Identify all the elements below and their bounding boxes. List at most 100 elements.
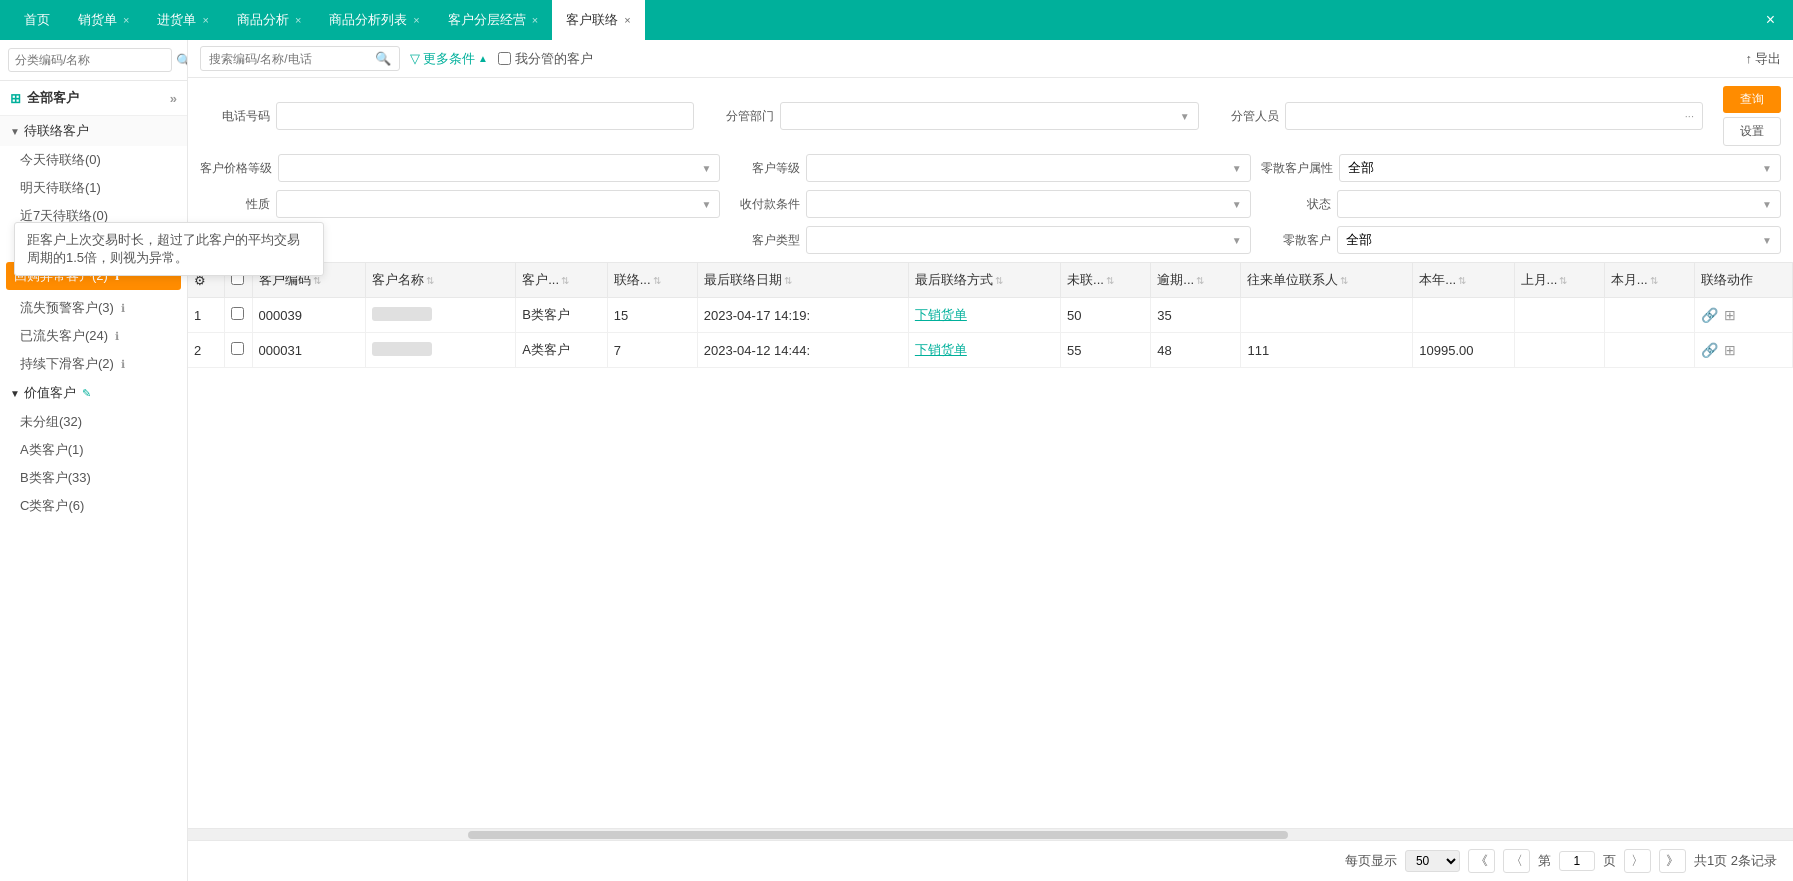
row1-select-checkbox[interactable]: [231, 307, 244, 320]
row1-checkbox[interactable]: [224, 298, 252, 333]
row1-customer-type: B类客户: [516, 298, 607, 333]
sidebar-item-a-class[interactable]: A类客户(1): [0, 436, 187, 464]
row1-grid-action-icon[interactable]: ⊞: [1724, 307, 1736, 323]
nav-item-sales[interactable]: 销货单 ×: [64, 0, 143, 40]
my-customers-checkbox[interactable]: [498, 52, 511, 65]
my-customers-checkbox-label[interactable]: 我分管的客户: [498, 50, 593, 68]
row1-name-blurred: [372, 307, 432, 321]
row2-unlisted: 55: [1061, 333, 1151, 368]
sidebar-item-declining[interactable]: 持续下滑客户(2) ℹ: [0, 350, 187, 378]
nav-item-customer-contact[interactable]: 客户联络 ×: [552, 0, 644, 40]
row1-link-action-icon[interactable]: 🔗: [1701, 307, 1718, 323]
row2-select-checkbox[interactable]: [231, 342, 244, 355]
horizontal-scrollbar[interactable]: [188, 828, 1793, 840]
export-btn[interactable]: ↑ 导出: [1746, 50, 1782, 68]
per-page-label: 每页显示: [1345, 852, 1397, 870]
payment-select[interactable]: ▼: [806, 190, 1250, 218]
page-number-input[interactable]: [1559, 851, 1595, 871]
row2-name-blurred: [372, 342, 432, 356]
th-name: 客户名称 ⇅: [365, 263, 516, 298]
nav-item-home[interactable]: 首页: [10, 0, 64, 40]
main-search-box[interactable]: 🔍: [200, 46, 400, 71]
nav-item-purchase[interactable]: 进货单 ×: [143, 0, 222, 40]
status-select[interactable]: ▼: [1337, 190, 1781, 218]
row2-grid-action-icon[interactable]: ⊞: [1724, 342, 1736, 358]
manager-select[interactable]: ···: [1285, 102, 1703, 130]
nav-item-customer-tier[interactable]: 客户分层经营 ×: [434, 0, 552, 40]
row2-overdue: 48: [1151, 333, 1241, 368]
sidebar-search-input[interactable]: [8, 48, 172, 72]
th-contact-count: 联络... ⇅: [607, 263, 697, 298]
customer-level-label: 客户等级: [730, 160, 800, 177]
row2-checkbox[interactable]: [224, 333, 252, 368]
retail-customer-arrow-icon: ▼: [1762, 235, 1772, 246]
last-page-btn[interactable]: 》: [1659, 849, 1686, 873]
scrollbar-thumb[interactable]: [468, 831, 1288, 839]
filter-customer-type-field: 客户类型 ▼: [730, 226, 1250, 254]
retail-attr-arrow-icon: ▼: [1762, 163, 1772, 174]
sort-icon-lastmonth: ⇅: [1559, 275, 1567, 286]
price-level-arrow-icon: ▼: [701, 163, 711, 174]
pending-arrow-icon: ▼: [10, 126, 20, 137]
nav-close-customer-tier[interactable]: ×: [532, 14, 538, 26]
info-icon-declining: ℹ: [121, 358, 125, 370]
sidebar-search-icon[interactable]: 🔍: [176, 53, 188, 68]
nav-item-product-analysis[interactable]: 商品分析 ×: [223, 0, 315, 40]
value-edit-icon[interactable]: ✎: [82, 387, 91, 400]
row2-link-action-icon[interactable]: 🔗: [1701, 342, 1718, 358]
next-page-btn[interactable]: 〉: [1624, 849, 1651, 873]
nav-close-purchase[interactable]: ×: [202, 14, 208, 26]
main-search-input[interactable]: [209, 52, 375, 66]
retail-customer-select[interactable]: 全部 ▼: [1337, 226, 1781, 254]
sidebar-item-churned[interactable]: 已流失客户(24) ℹ: [0, 322, 187, 350]
dept-select[interactable]: ▼: [780, 102, 1198, 130]
sidebar-item-tomorrow[interactable]: 明天待联络(1): [0, 174, 187, 202]
row2-customer-type: A类客户: [516, 333, 607, 368]
query-button[interactable]: 查询: [1723, 86, 1781, 113]
sidebar-all-customers-header[interactable]: ⊞ 全部客户 »: [0, 81, 187, 116]
filter-gender-field: 性质 ▼: [200, 190, 720, 218]
top-navigation: 首页 销货单 × 进货单 × 商品分析 × 商品分析列表 × 客户分层经营 × …: [0, 0, 1793, 40]
phone-label: 电话号码: [200, 108, 270, 125]
prev-page-btn[interactable]: 〈: [1503, 849, 1530, 873]
first-page-btn[interactable]: 《: [1468, 849, 1495, 873]
row1-method-link[interactable]: 下销货单: [915, 307, 967, 322]
retail-attr-select[interactable]: 全部 ▼: [1339, 154, 1781, 182]
th-last-contact-date: 最后联络日期 ⇅: [697, 263, 908, 298]
sidebar-item-ungrouped[interactable]: 未分组(32): [0, 408, 187, 436]
per-page-select[interactable]: 50 100 200: [1405, 850, 1460, 872]
info-icon-churned: ℹ: [115, 330, 119, 342]
table-header-row: ⚙ 客户编码 ⇅ 客户名称: [188, 263, 1793, 298]
sort-icon-code: ⇅: [313, 275, 321, 286]
sort-icon-contacts: ⇅: [1340, 275, 1348, 286]
th-year-amount: 本年... ⇅: [1413, 263, 1514, 298]
window-close-button[interactable]: ×: [1758, 11, 1783, 29]
row2-method-link[interactable]: 下销货单: [915, 342, 967, 357]
sidebar-item-churn-warning[interactable]: 流失预警客户(3) ℹ: [0, 294, 187, 322]
filter-dept-field: 分管部门 ▼: [704, 102, 1198, 130]
nav-close-product-analysis-list[interactable]: ×: [413, 14, 419, 26]
price-level-select[interactable]: ▼: [278, 154, 720, 182]
sidebar-item-c-class[interactable]: C类客户(6): [0, 492, 187, 520]
customer-level-select[interactable]: ▼: [806, 154, 1250, 182]
sidebar-item-b-class[interactable]: B类客户(33): [0, 464, 187, 492]
sidebar-collapse-btn[interactable]: »: [170, 91, 177, 106]
nav-close-sales[interactable]: ×: [123, 14, 129, 26]
info-icon-churn: ℹ: [121, 302, 125, 314]
value-customer-group-title[interactable]: ▼ 价值客户 ✎: [0, 378, 187, 408]
sidebar-search-area: 🔍: [0, 40, 187, 81]
nav-close-product-analysis[interactable]: ×: [295, 14, 301, 26]
nav-item-product-analysis-list[interactable]: 商品分析列表 ×: [315, 0, 433, 40]
customer-type-select[interactable]: ▼: [806, 226, 1250, 254]
sort-icon-type: ⇅: [561, 275, 569, 286]
more-conditions-btn[interactable]: ▽ 更多条件 ▲: [410, 50, 488, 68]
settings-button[interactable]: 设置: [1723, 117, 1781, 146]
phone-input[interactable]: [276, 102, 694, 130]
row2-index: 2: [188, 333, 224, 368]
filter-row-1: 电话号码 分管部门 ▼ 分管人员 ···: [200, 86, 1781, 146]
row2-actions: 🔗 ⊞: [1694, 333, 1792, 368]
nav-close-customer-contact[interactable]: ×: [624, 14, 630, 26]
pending-contact-group-title[interactable]: ▼ 待联络客户: [0, 116, 187, 146]
gender-select[interactable]: ▼: [276, 190, 720, 218]
sidebar-item-today[interactable]: 今天待联络(0): [0, 146, 187, 174]
